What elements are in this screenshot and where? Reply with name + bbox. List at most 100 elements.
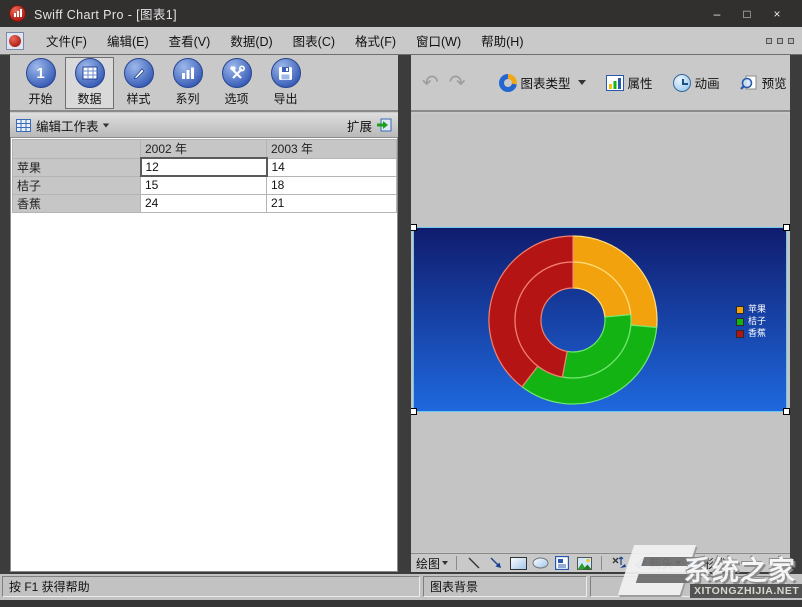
- pencil-icon: [124, 58, 154, 88]
- table-row: 桔子 15 18: [13, 176, 397, 194]
- expand-icon: [376, 118, 392, 132]
- menu-item-edit[interactable]: 编辑(E): [97, 27, 159, 54]
- menu-item-data[interactable]: 数据(D): [220, 27, 282, 54]
- properties-icon: [606, 75, 624, 91]
- chart-object[interactable]: 苹果 桔子 香蕉: [413, 227, 787, 412]
- ellipse-tool[interactable]: [529, 555, 551, 572]
- donut-chart-icon: [499, 74, 517, 92]
- row-label[interactable]: 桔子: [13, 176, 141, 194]
- maximize-button[interactable]: □: [732, 4, 762, 24]
- clock-icon: [673, 74, 691, 92]
- transform-icon: [612, 556, 627, 570]
- corner-header-cell[interactable]: [13, 140, 141, 159]
- menu-item-help[interactable]: 帮助(H): [471, 27, 533, 54]
- close-button[interactable]: ×: [762, 4, 792, 24]
- menu-item-window[interactable]: 窗口(W): [406, 27, 471, 54]
- cell-banana-2003[interactable]: 21: [267, 194, 397, 212]
- chevron-down-icon: [442, 561, 448, 565]
- drawing-toolbar: 绘图 箭头 形状: [411, 553, 790, 572]
- shape-tool[interactable]: 形状: [687, 555, 726, 572]
- image-icon: [577, 557, 592, 570]
- properties-button[interactable]: 属性: [606, 73, 653, 92]
- cell-apple-2002[interactable]: 12: [141, 158, 267, 176]
- line-icon: [467, 556, 481, 570]
- cell-apple-2003[interactable]: 14: [267, 158, 397, 176]
- arrow-icon: [489, 556, 503, 570]
- transform-tool[interactable]: [608, 555, 630, 572]
- menu-item-file[interactable]: 文件(F): [36, 27, 97, 54]
- cell-orange-2002[interactable]: 15: [141, 176, 267, 194]
- status-selected-object: 图表背景: [423, 576, 587, 597]
- style-button[interactable]: 样式: [114, 57, 163, 109]
- row-label[interactable]: 香蕉: [13, 194, 141, 212]
- menu-bar: 文件(F) 编辑(E) 查看(V) 数据(D) 图表(C) 格式(F) 窗口(W…: [0, 27, 802, 55]
- donut-chart[interactable]: [488, 235, 658, 405]
- legend-swatch-apple: [736, 306, 744, 314]
- rectangle-icon: [510, 557, 527, 570]
- textbox-icon: [555, 556, 569, 570]
- worksheet-panel: 1 开始 数据 样式 系列 选项: [10, 55, 398, 572]
- menu-item-chart[interactable]: 图表(C): [283, 27, 345, 54]
- options-button[interactable]: 选项: [212, 57, 261, 109]
- cell-orange-2003[interactable]: 18: [267, 176, 397, 194]
- resize-grip[interactable]: [787, 584, 800, 597]
- ellipse-icon: [532, 557, 549, 569]
- chevron-down-icon: [578, 80, 586, 85]
- app-icon: [9, 5, 26, 22]
- window-bottom-edge: [0, 600, 802, 607]
- resize-handle-top-right[interactable]: [783, 224, 790, 231]
- preview-button[interactable]: 预览: [740, 73, 787, 92]
- chevron-down-icon: [675, 561, 681, 565]
- rectangle-tool[interactable]: [507, 555, 529, 572]
- row-label[interactable]: 苹果: [13, 158, 141, 176]
- chart-canvas[interactable]: 苹果 桔子 香蕉: [411, 114, 790, 552]
- menu-item-view[interactable]: 查看(V): [159, 27, 221, 54]
- minimize-button[interactable]: –: [702, 4, 732, 24]
- number-1-icon: 1: [26, 58, 56, 88]
- table-header-row: 2002 年 2003 年: [13, 140, 397, 159]
- window-controls: – □ ×: [702, 4, 792, 24]
- animation-button[interactable]: 动画: [673, 73, 720, 92]
- expand-button[interactable]: 扩展: [347, 116, 392, 135]
- undo-button[interactable]: ↶: [417, 73, 444, 93]
- legend-item: 香蕉: [736, 329, 766, 338]
- status-bar: 按 F1 获得帮助 图表背景: [0, 574, 802, 600]
- arrow-style-tool[interactable]: 箭头: [634, 555, 681, 572]
- column-header-2002[interactable]: 2002 年: [141, 140, 267, 159]
- menu-item-format[interactable]: 格式(F): [345, 27, 406, 54]
- tools-icon: [222, 58, 252, 88]
- image-tool[interactable]: [573, 555, 595, 572]
- arrow-tool[interactable]: [485, 555, 507, 572]
- spreadsheet-icon: [75, 58, 105, 88]
- panel-splitter[interactable]: [398, 55, 411, 572]
- resize-handle-bottom-right[interactable]: [783, 408, 790, 415]
- save-icon: [271, 58, 301, 88]
- mdi-window-controls[interactable]: [766, 38, 794, 44]
- draw-menu-button[interactable]: 绘图: [416, 555, 448, 572]
- resize-handle-top-left[interactable]: [411, 224, 417, 231]
- textbox-tool[interactable]: [551, 555, 573, 572]
- status-help-text: 按 F1 获得帮助: [2, 576, 420, 597]
- magnifier-icon: [740, 74, 758, 92]
- window-title: Swiff Chart Pro - [图表1]: [34, 4, 177, 23]
- worksheet-header: 编辑工作表 扩展: [10, 113, 398, 138]
- title-bar: Swiff Chart Pro - [图表1] – □ ×: [0, 0, 802, 27]
- legend-item: 桔子: [736, 317, 766, 326]
- export-button[interactable]: 导出: [261, 57, 310, 109]
- redo-button[interactable]: ↷: [444, 73, 471, 93]
- worksheet-grid-icon: [16, 119, 31, 132]
- line-tool[interactable]: [463, 555, 485, 572]
- data-button[interactable]: 数据: [65, 57, 114, 109]
- main-toolbar: 1 开始 数据 样式 系列 选项: [10, 55, 398, 112]
- cell-banana-2002[interactable]: 24: [141, 194, 267, 212]
- series-button[interactable]: 系列: [163, 57, 212, 109]
- worksheet-dropdown-icon[interactable]: [102, 123, 108, 127]
- resize-handle-bottom-left[interactable]: [411, 408, 417, 415]
- start-button[interactable]: 1 开始: [16, 57, 65, 109]
- chart-panel: ↶ ↷ 图表类型 属性 动画 预览 苹: [411, 55, 790, 572]
- document-app-icon: [6, 32, 24, 50]
- column-header-2003[interactable]: 2003 年: [267, 140, 397, 159]
- chart-type-button[interactable]: 图表类型: [499, 73, 586, 92]
- legend-swatch-orange: [736, 318, 744, 326]
- worksheet-title: 编辑工作表: [36, 116, 99, 135]
